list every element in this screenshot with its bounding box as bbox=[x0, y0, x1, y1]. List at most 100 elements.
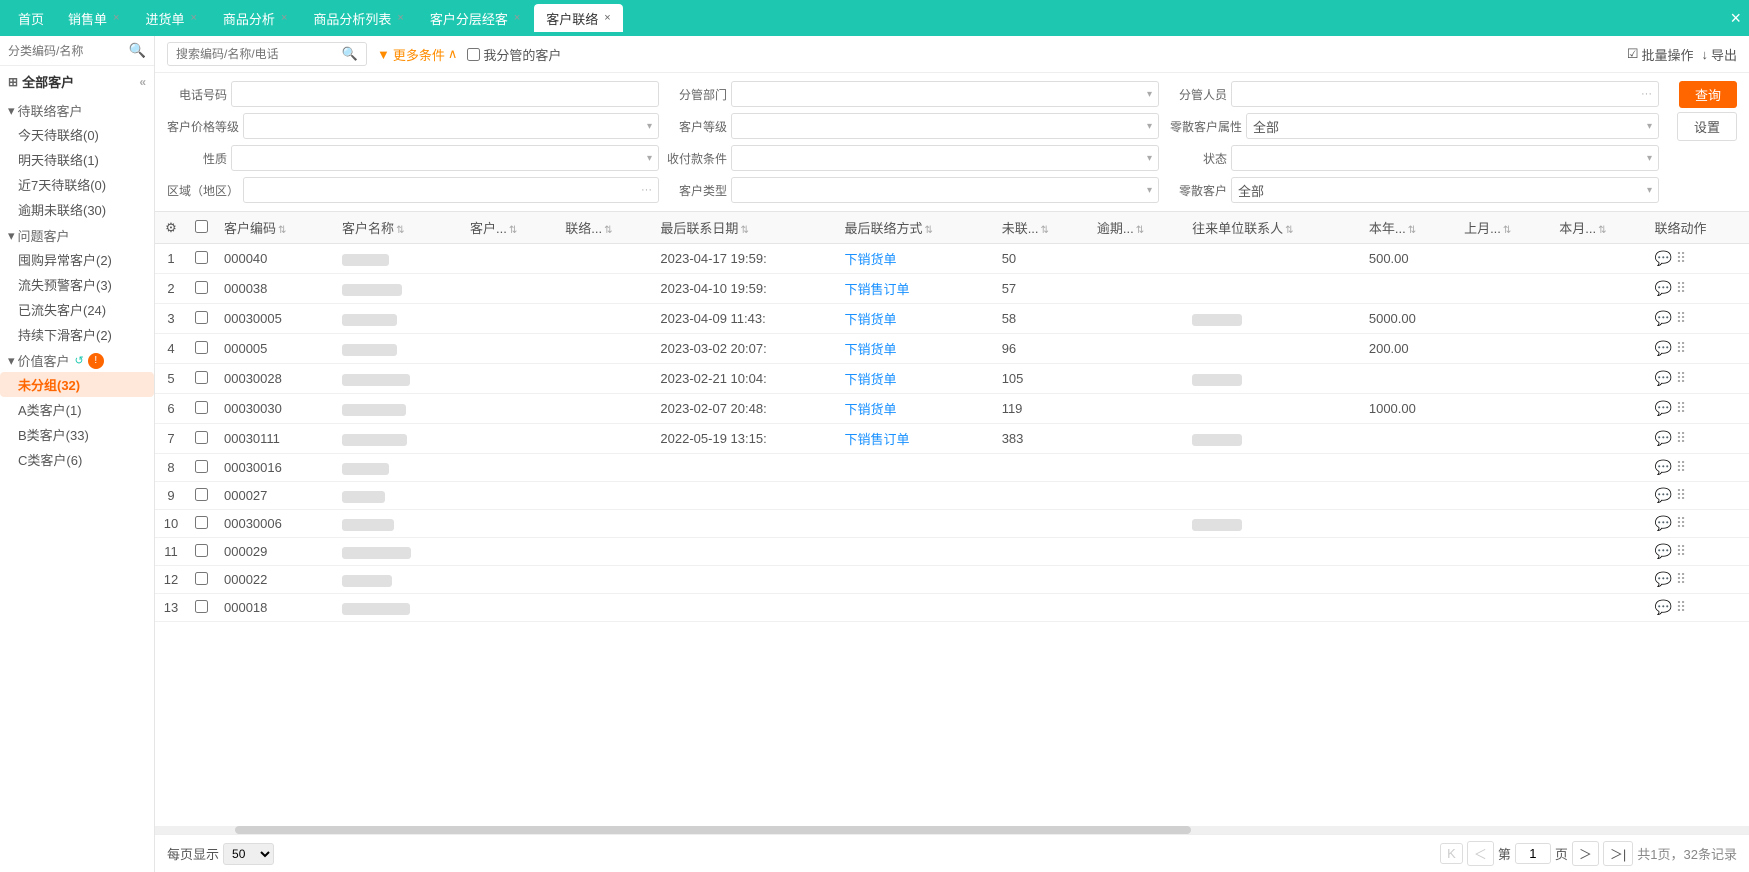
select-all-checkbox[interactable] bbox=[195, 220, 208, 233]
page-size-select[interactable]: 50 100 200 bbox=[223, 843, 274, 865]
row-checkbox[interactable] bbox=[195, 544, 208, 557]
message-icon[interactable]: 💬 bbox=[1654, 280, 1671, 297]
payment-select[interactable]: ▾ bbox=[731, 145, 1159, 171]
col-code[interactable]: 客户编码⇅ bbox=[216, 212, 334, 244]
message-icon[interactable]: 💬 bbox=[1654, 599, 1671, 616]
my-customers-checkbox[interactable]: 我分管的客户 bbox=[467, 45, 561, 64]
sidebar-item-tomorrow[interactable]: 明天待联络(1) bbox=[0, 147, 154, 172]
sidebar-item-classA[interactable]: A类客户(1) bbox=[0, 397, 154, 422]
row-checkbox[interactable] bbox=[195, 401, 208, 414]
sidebar-group-waiting[interactable]: ▾ 待联络客户 bbox=[0, 97, 154, 122]
message-icon[interactable]: 💬 bbox=[1654, 459, 1671, 476]
contact-type-link[interactable]: 下销货单 bbox=[845, 312, 897, 327]
batch-ops-btn[interactable]: ☑ 批量操作 bbox=[1627, 45, 1694, 64]
sidebar-search-icon[interactable]: 🔍 bbox=[129, 42, 146, 59]
search-icon[interactable]: 🔍 bbox=[342, 46, 358, 62]
more-actions-icon[interactable]: ⠿ bbox=[1676, 543, 1686, 560]
col-contact[interactable]: 联络...⇅ bbox=[557, 212, 652, 244]
last-page-btn[interactable]: ＞| bbox=[1603, 841, 1633, 866]
sidebar-item-lost[interactable]: 已流失客户(24) bbox=[0, 297, 154, 322]
sidebar-item-abnormal[interactable]: 囤购异常客户(2) bbox=[0, 247, 154, 272]
sidebar-group-problem[interactable]: ▾ 问题客户 bbox=[0, 222, 154, 247]
customer-type-select[interactable]: ▾ bbox=[731, 177, 1159, 203]
col-this-year[interactable]: 本年...⇅ bbox=[1361, 212, 1456, 244]
more-actions-icon[interactable]: ⠿ bbox=[1676, 487, 1686, 504]
row-checkbox[interactable] bbox=[195, 488, 208, 501]
horizontal-scrollbar[interactable] bbox=[155, 826, 1749, 834]
col-last-month[interactable]: 上月...⇅ bbox=[1456, 212, 1551, 244]
message-icon[interactable]: 💬 bbox=[1654, 543, 1671, 560]
message-icon[interactable]: 💬 bbox=[1654, 430, 1671, 447]
my-customers-check[interactable] bbox=[467, 48, 480, 61]
sidebar-item-7days[interactable]: 近7天待联络(0) bbox=[0, 172, 154, 197]
col-settings[interactable]: ⚙ bbox=[155, 212, 187, 244]
region-input[interactable]: ··· bbox=[243, 177, 659, 203]
more-actions-icon[interactable]: ⠿ bbox=[1676, 250, 1686, 267]
dept-select[interactable]: ▾ bbox=[731, 81, 1159, 107]
nav-tab-customer-layer[interactable]: 客户分层经客 × bbox=[418, 4, 532, 32]
customer-grade-select[interactable]: ▾ bbox=[731, 113, 1159, 139]
message-icon[interactable]: 💬 bbox=[1654, 250, 1671, 267]
row-checkbox[interactable] bbox=[195, 460, 208, 473]
message-icon[interactable]: 💬 bbox=[1654, 571, 1671, 588]
message-icon[interactable]: 💬 bbox=[1654, 310, 1671, 327]
message-icon[interactable]: 💬 bbox=[1654, 487, 1671, 504]
collapse-sidebar-btn[interactable]: « bbox=[139, 75, 146, 89]
sidebar-item-ungroup[interactable]: 未分组(32) bbox=[0, 372, 154, 397]
sidebar-group-value[interactable]: ▾ 价值客户 ↺ ! bbox=[0, 347, 154, 372]
export-btn[interactable]: ↓ 导出 bbox=[1701, 45, 1737, 64]
close-customer-contact-tab[interactable]: × bbox=[604, 12, 610, 24]
row-checkbox[interactable] bbox=[195, 600, 208, 613]
sidebar-item-classC[interactable]: C类客户(6) bbox=[0, 447, 154, 472]
row-checkbox[interactable] bbox=[195, 431, 208, 444]
close-analysis-tab[interactable]: × bbox=[281, 12, 287, 24]
col-checkbox-all[interactable] bbox=[187, 212, 216, 244]
nature-select[interactable]: ▾ bbox=[231, 145, 659, 171]
price-grade-select[interactable]: ▾ bbox=[243, 113, 659, 139]
col-not-contact[interactable]: 未联...⇅ bbox=[994, 212, 1089, 244]
status-select[interactable]: ▾ bbox=[1231, 145, 1659, 171]
row-checkbox[interactable] bbox=[195, 572, 208, 585]
row-checkbox[interactable] bbox=[195, 341, 208, 354]
row-checkbox[interactable] bbox=[195, 281, 208, 294]
sidebar-item-today[interactable]: 今天待联络(0) bbox=[0, 122, 154, 147]
search-input[interactable] bbox=[176, 47, 338, 61]
nav-tab-analysis-list[interactable]: 商品分析列表 × bbox=[301, 4, 415, 32]
col-overdue[interactable]: 逾期...⇅ bbox=[1089, 212, 1184, 244]
contact-type-link[interactable]: 下销售订单 bbox=[845, 432, 910, 447]
sidebar-item-overdue[interactable]: 逾期未联络(30) bbox=[0, 197, 154, 222]
sidebar-item-warning[interactable]: 流失预警客户(3) bbox=[0, 272, 154, 297]
first-page-btn[interactable]: K bbox=[1440, 843, 1463, 864]
close-customer-layer-tab[interactable]: × bbox=[514, 12, 520, 24]
more-actions-icon[interactable]: ⠿ bbox=[1676, 515, 1686, 532]
contact-type-link[interactable]: 下销货单 bbox=[845, 252, 897, 267]
sidebar-search-input[interactable] bbox=[8, 44, 129, 58]
contact-type-link[interactable]: 下销售订单 bbox=[845, 282, 910, 297]
sidebar-item-declining[interactable]: 持续下滑客户(2) bbox=[0, 322, 154, 347]
col-type[interactable]: 客户...⇅ bbox=[462, 212, 557, 244]
message-icon[interactable]: 💬 bbox=[1654, 340, 1671, 357]
sidebar-item-classB[interactable]: B类客户(33) bbox=[0, 422, 154, 447]
reset-button[interactable]: 设置 bbox=[1677, 112, 1737, 141]
more-actions-icon[interactable]: ⠿ bbox=[1676, 280, 1686, 297]
message-icon[interactable]: 💬 bbox=[1654, 370, 1671, 387]
nav-tab-customer-contact[interactable]: 客户联络 × bbox=[534, 4, 622, 32]
more-actions-icon[interactable]: ⠿ bbox=[1676, 571, 1686, 588]
col-inter-unit[interactable]: 往来单位联系人⇅ bbox=[1184, 212, 1361, 244]
more-actions-icon[interactable]: ⠿ bbox=[1676, 400, 1686, 417]
close-purchase-tab[interactable]: × bbox=[190, 12, 196, 24]
more-actions-icon[interactable]: ⠿ bbox=[1676, 310, 1686, 327]
more-conditions-btn[interactable]: ▼ 更多条件 ∧ bbox=[377, 45, 457, 64]
message-icon[interactable]: 💬 bbox=[1654, 400, 1671, 417]
person-input[interactable]: ··· bbox=[1231, 81, 1659, 107]
window-close-button[interactable]: × bbox=[1730, 9, 1741, 27]
close-analysis-list-tab[interactable]: × bbox=[397, 12, 403, 24]
col-name[interactable]: 客户名称⇅ bbox=[334, 212, 462, 244]
query-button[interactable]: 查询 bbox=[1679, 81, 1737, 108]
home-tab[interactable]: 首页 bbox=[8, 4, 54, 32]
row-checkbox[interactable] bbox=[195, 516, 208, 529]
page-input[interactable] bbox=[1515, 843, 1551, 864]
more-actions-icon[interactable]: ⠿ bbox=[1676, 459, 1686, 476]
contact-type-link[interactable]: 下销货单 bbox=[845, 402, 897, 417]
retail-select[interactable]: 全部▾ bbox=[1231, 177, 1659, 203]
